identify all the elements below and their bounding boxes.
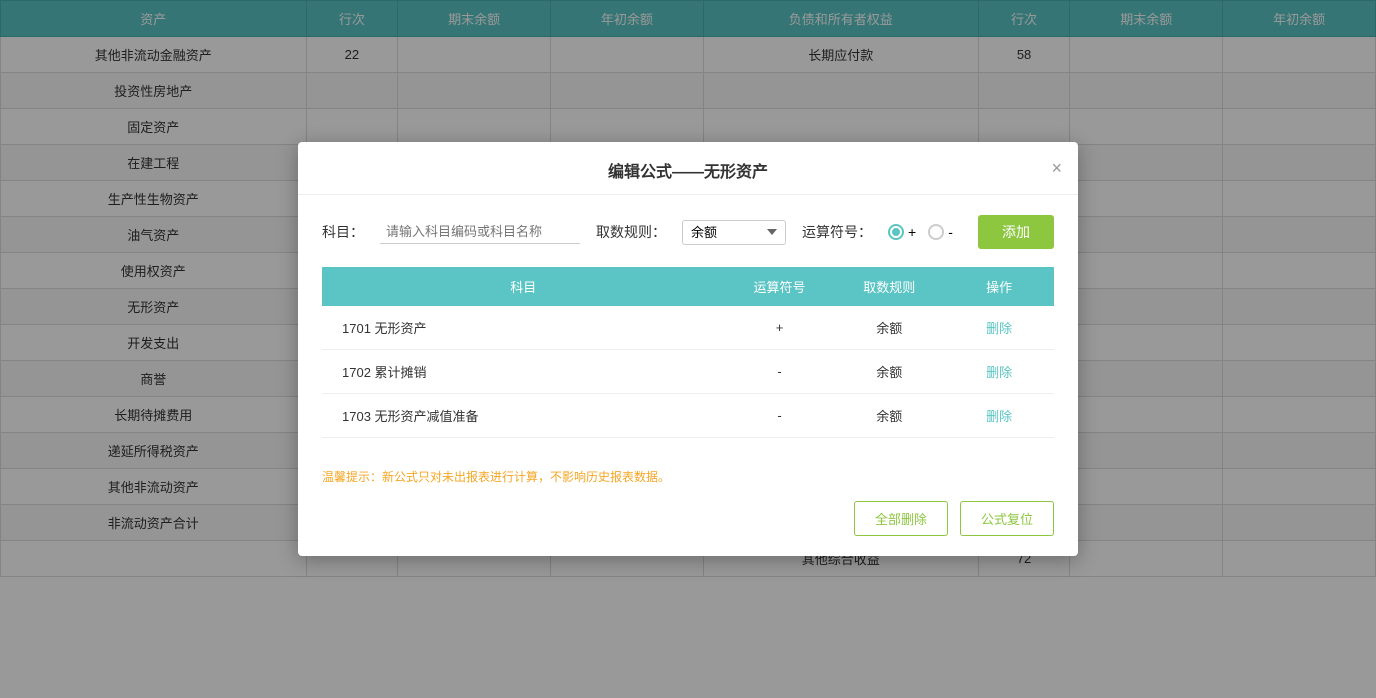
formula-rule: 余额 — [834, 394, 944, 438]
operator-label: 运算符号： — [802, 222, 872, 242]
operator-group: + - — [888, 224, 953, 240]
delete-row-button[interactable]: 删除 — [986, 409, 1012, 424]
formula-subject: 1702 累计摊销 — [322, 350, 725, 394]
radio-minus-icon — [928, 224, 944, 240]
modal-body: 科目： 取数规则： 余额 借方发生额 贷方发生额 运算符号： — [298, 195, 1078, 454]
modal-header: 编辑公式——无形资产 × — [298, 142, 1078, 195]
reset-formula-button[interactable]: 公式复位 — [960, 501, 1054, 536]
background-page: 资产 行次 期末余额 年初余额 负债和所有者权益 行次 期末余额 年初余额 其他… — [0, 0, 1376, 698]
formula-table-row: 1701 无形资产+余额 删除 — [322, 306, 1054, 350]
table-header-operator: 运算符号 — [725, 267, 835, 306]
formula-operator: - — [725, 350, 835, 394]
operator-minus-label: - — [948, 224, 953, 240]
formula-subject: 1703 无形资产减值准备 — [322, 394, 725, 438]
modal-close-button[interactable]: × — [1051, 159, 1062, 177]
subject-label: 科目： — [322, 222, 364, 242]
delete-all-button[interactable]: 全部删除 — [854, 501, 948, 536]
modal-footer: 全部删除 公式复位 — [298, 485, 1078, 536]
delete-row-button[interactable]: 删除 — [986, 321, 1012, 336]
operator-plus-label: + — [908, 224, 916, 240]
add-button[interactable]: 添加 — [978, 215, 1054, 249]
formula-table-row: 1703 无形资产减值准备-余额 删除 — [322, 394, 1054, 438]
formula-action: 删除 — [944, 394, 1054, 438]
formula-action: 删除 — [944, 350, 1054, 394]
table-header-rule: 取数规则 — [834, 267, 944, 306]
modal-dialog: 编辑公式——无形资产 × 科目： 取数规则： 余额 借方发生额 贷方发生额 — [298, 142, 1078, 556]
operator-plus-option[interactable]: + — [888, 224, 916, 240]
formula-table-row: 1702 累计摊销-余额 删除 — [322, 350, 1054, 394]
rule-select-wrap: 余额 借方发生额 贷方发生额 — [682, 220, 786, 245]
rule-select[interactable]: 余额 借方发生额 贷方发生额 — [682, 220, 786, 245]
delete-row-button[interactable]: 删除 — [986, 365, 1012, 380]
radio-plus-icon — [888, 224, 904, 240]
formula-rule: 余额 — [834, 350, 944, 394]
formula-operator: - — [725, 394, 835, 438]
form-row: 科目： 取数规则： 余额 借方发生额 贷方发生额 运算符号： — [322, 215, 1054, 249]
formula-table: 科目 运算符号 取数规则 操作 1701 无形资产+余额删除1702 累计摊销-… — [322, 267, 1054, 438]
operator-minus-option[interactable]: - — [928, 224, 953, 240]
modal-title: 编辑公式——无形资产 — [608, 164, 768, 181]
table-header-subject: 科目 — [322, 267, 725, 306]
table-header-action: 操作 — [944, 267, 1054, 306]
modal-overlay: 编辑公式——无形资产 × 科目： 取数规则： 余额 借方发生额 贷方发生额 — [0, 0, 1376, 698]
formula-action: 删除 — [944, 306, 1054, 350]
formula-operator: + — [725, 306, 835, 350]
warning-text: 温馨提示：新公式只对未出报表进行计算，不影响历史报表数据。 — [298, 454, 1078, 485]
subject-input[interactable] — [380, 220, 580, 244]
formula-subject: 1701 无形资产 — [322, 306, 725, 350]
formula-rule: 余额 — [834, 306, 944, 350]
rule-label: 取数规则： — [596, 222, 666, 242]
